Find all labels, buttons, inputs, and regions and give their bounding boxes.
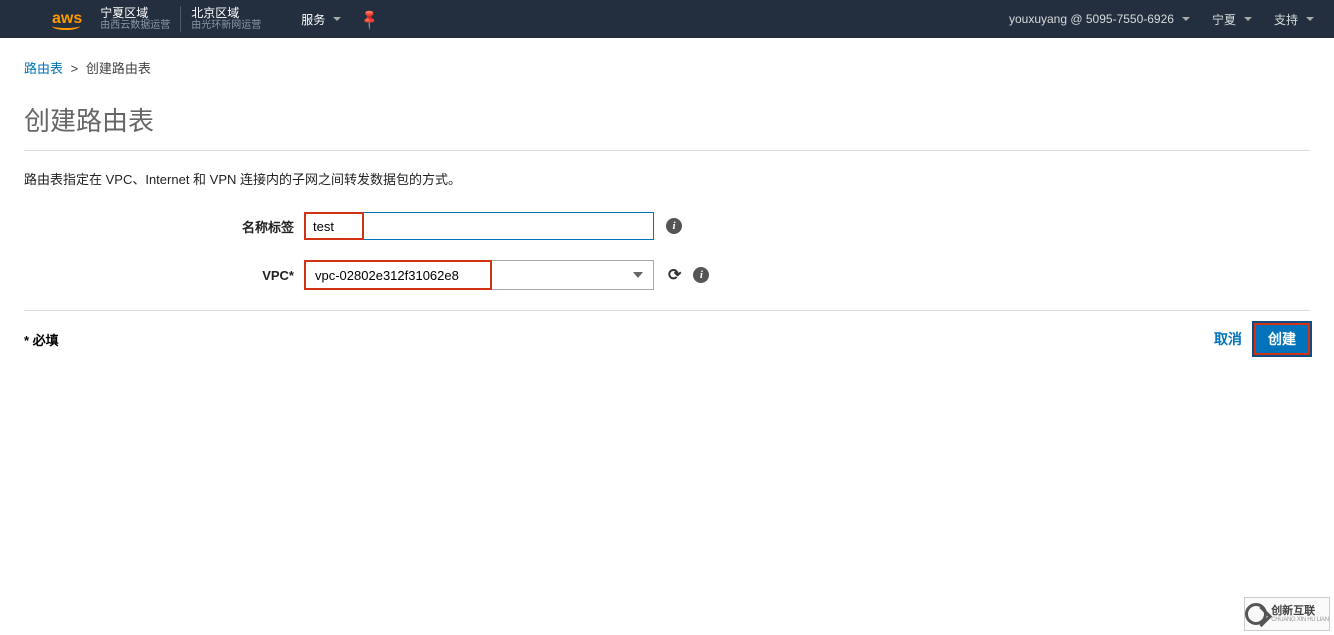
region-beijing: 北京区域 由光环新网运营 <box>181 6 271 32</box>
region-title: 北京区域 <box>191 6 261 20</box>
breadcrumb-link-route-tables[interactable]: 路由表 <box>24 61 63 76</box>
region-title: 宁夏区域 <box>100 6 170 20</box>
refresh-icon[interactable]: ⟳ <box>668 265 681 285</box>
page-title: 创建路由表 <box>24 101 1310 151</box>
region-label: 宁夏 <box>1212 11 1236 28</box>
services-label: 服务 <box>301 11 325 28</box>
brand-logo-icon <box>1245 603 1267 625</box>
aws-logo: aws <box>52 10 82 28</box>
region-menu[interactable]: 宁夏 <box>1212 11 1252 28</box>
top-header: aws 宁夏区域 由西云数据运营 北京区域 由光环新网运营 服务 📌 youxu… <box>0 0 1334 38</box>
name-input[interactable] <box>304 212 654 240</box>
vpc-label: VPC* <box>24 268 304 283</box>
breadcrumb-separator: > <box>71 61 79 76</box>
page-description: 路由表指定在 VPC、Internet 和 VPN 连接内的子网之间转发数据包的… <box>24 169 1310 188</box>
breadcrumb: 路由表 > 创建路由表 <box>24 58 1310 77</box>
form-row-name: 名称标签 i <box>24 212 1310 240</box>
create-button[interactable]: 创建 <box>1254 323 1310 355</box>
chevron-down-icon <box>1244 17 1252 21</box>
action-buttons: 取消 创建 <box>1214 323 1310 355</box>
brand-name: 创新互联 <box>1271 605 1329 617</box>
account-label: youxuyang @ 5095-7550-6926 <box>1009 12 1174 26</box>
services-menu[interactable]: 服务 <box>301 11 341 28</box>
chevron-down-icon <box>1306 17 1314 21</box>
form-row-vpc: VPC* vpc-02802e312f31062e8 ⟳ i <box>24 260 1310 290</box>
required-note: * 必填 <box>24 330 59 349</box>
vpc-select[interactable]: vpc-02802e312f31062e8 <box>304 260 654 290</box>
account-menu[interactable]: youxuyang @ 5095-7550-6926 <box>1009 12 1190 26</box>
region-operator: 由西云数据运营 <box>100 20 170 32</box>
breadcrumb-current: 创建路由表 <box>86 61 151 76</box>
support-label: 支持 <box>1274 11 1298 28</box>
region-block: 宁夏区域 由西云数据运营 北京区域 由光环新网运营 <box>90 6 271 32</box>
main-content: 路由表 > 创建路由表 创建路由表 路由表指定在 VPC、Internet 和 … <box>0 38 1334 375</box>
pin-icon[interactable]: 📌 <box>358 7 382 31</box>
chevron-down-icon <box>1182 17 1190 21</box>
brand-sub: CHUANG XIN HU LIAN <box>1271 617 1329 624</box>
cancel-button[interactable]: 取消 <box>1214 329 1242 349</box>
vpc-selected-value: vpc-02802e312f31062e8 <box>315 268 459 283</box>
support-menu[interactable]: 支持 <box>1274 11 1314 28</box>
chevron-down-icon <box>333 17 341 21</box>
info-icon[interactable]: i <box>693 267 709 283</box>
brand-badge: 创新互联 CHUANG XIN HU LIAN <box>1244 597 1330 631</box>
info-icon[interactable]: i <box>666 218 682 234</box>
name-label: 名称标签 <box>24 217 304 236</box>
region-ningxia: 宁夏区域 由西云数据运营 <box>90 6 181 32</box>
footer-bar: * 必填 取消 创建 <box>24 310 1310 355</box>
region-operator: 由光环新网运营 <box>191 20 261 32</box>
chevron-down-icon <box>633 272 643 278</box>
